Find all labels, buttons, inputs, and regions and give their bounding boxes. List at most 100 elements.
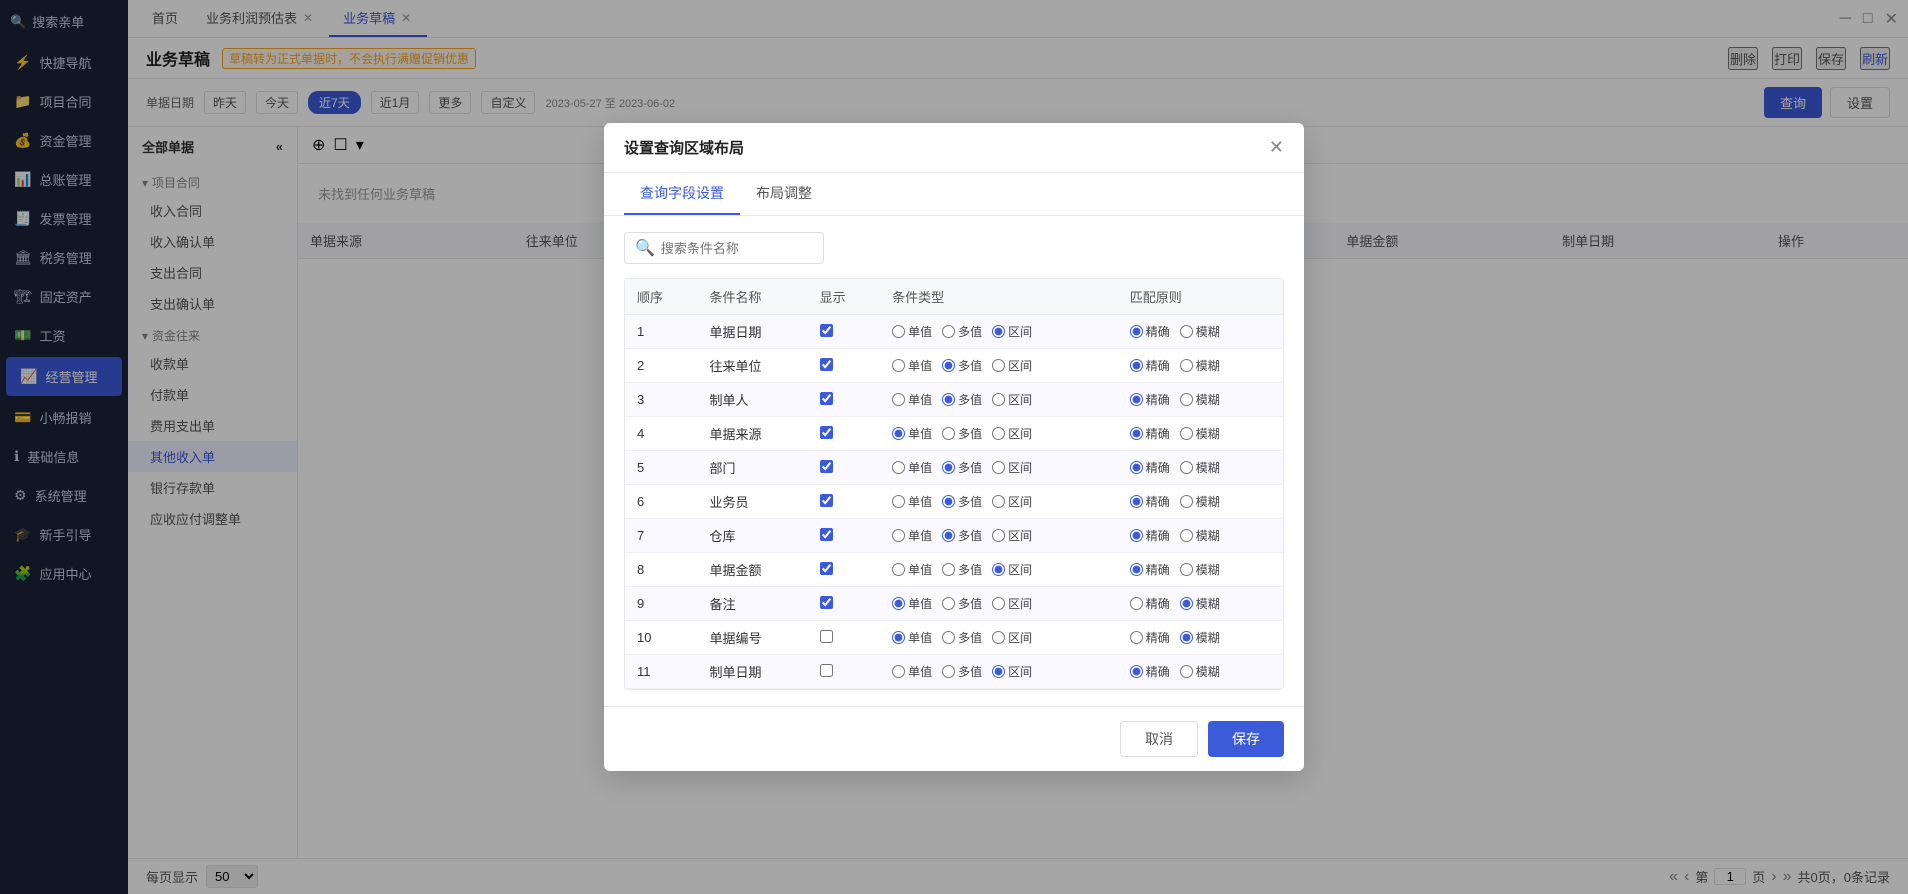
show-checkbox[interactable] [820, 460, 833, 473]
match-radio[interactable] [1130, 665, 1143, 678]
match-radio-item[interactable]: 精确 [1130, 425, 1170, 442]
match-radio-item[interactable]: 精确 [1130, 323, 1170, 340]
type-radio-item[interactable]: 区间 [992, 391, 1032, 408]
match-radio[interactable] [1180, 529, 1193, 542]
type-radio-item[interactable]: 多值 [942, 425, 982, 442]
type-radio[interactable] [992, 325, 1005, 338]
match-radio[interactable] [1180, 461, 1193, 474]
match-radio-item[interactable]: 模糊 [1180, 357, 1220, 374]
type-radio-item[interactable]: 单值 [892, 357, 932, 374]
type-radio-item[interactable]: 多值 [942, 323, 982, 340]
match-radio-item[interactable]: 精确 [1130, 493, 1170, 510]
type-radio[interactable] [892, 665, 905, 678]
show-checkbox[interactable] [820, 494, 833, 507]
type-radio[interactable] [942, 359, 955, 372]
match-radio-item[interactable]: 模糊 [1180, 561, 1220, 578]
show-checkbox[interactable] [820, 324, 833, 337]
match-radio[interactable] [1130, 495, 1143, 508]
type-radio-item[interactable]: 单值 [892, 595, 932, 612]
match-radio-item[interactable]: 模糊 [1180, 527, 1220, 544]
type-radio-item[interactable]: 区间 [992, 663, 1032, 680]
type-radio[interactable] [892, 461, 905, 474]
type-radio-item[interactable]: 多值 [942, 527, 982, 544]
match-radio-item[interactable]: 精确 [1130, 629, 1170, 646]
show-checkbox[interactable] [820, 426, 833, 439]
type-radio[interactable] [992, 393, 1005, 406]
modal-search-input[interactable] [661, 241, 821, 256]
match-radio-item[interactable]: 模糊 [1180, 493, 1220, 510]
match-radio[interactable] [1180, 495, 1193, 508]
modal-close-button[interactable]: ✕ [1269, 137, 1284, 158]
match-radio-item[interactable]: 模糊 [1180, 391, 1220, 408]
type-radio[interactable] [942, 427, 955, 440]
type-radio-item[interactable]: 单值 [892, 425, 932, 442]
type-radio[interactable] [892, 631, 905, 644]
match-radio[interactable] [1130, 325, 1143, 338]
type-radio-item[interactable]: 多值 [942, 629, 982, 646]
match-radio-item[interactable]: 模糊 [1180, 629, 1220, 646]
type-radio[interactable] [942, 563, 955, 576]
type-radio[interactable] [992, 665, 1005, 678]
show-checkbox[interactable] [820, 528, 833, 541]
match-radio-item[interactable]: 精确 [1130, 663, 1170, 680]
type-radio-item[interactable]: 多值 [942, 459, 982, 476]
type-radio[interactable] [992, 461, 1005, 474]
type-radio[interactable] [892, 393, 905, 406]
match-radio[interactable] [1130, 529, 1143, 542]
match-radio-item[interactable]: 精确 [1130, 595, 1170, 612]
type-radio[interactable] [892, 597, 905, 610]
match-radio-item[interactable]: 模糊 [1180, 323, 1220, 340]
match-radio-item[interactable]: 精确 [1130, 561, 1170, 578]
type-radio-item[interactable]: 多值 [942, 595, 982, 612]
type-radio-item[interactable]: 多值 [942, 663, 982, 680]
type-radio-item[interactable]: 单值 [892, 323, 932, 340]
type-radio-item[interactable]: 区间 [992, 459, 1032, 476]
modal-save-button[interactable]: 保存 [1208, 721, 1284, 757]
type-radio-item[interactable]: 区间 [992, 425, 1032, 442]
modal-tab-layout[interactable]: 布局调整 [740, 173, 828, 215]
type-radio[interactable] [942, 461, 955, 474]
match-radio[interactable] [1130, 393, 1143, 406]
type-radio-item[interactable]: 多值 [942, 561, 982, 578]
type-radio-item[interactable]: 多值 [942, 391, 982, 408]
type-radio-item[interactable]: 区间 [992, 561, 1032, 578]
type-radio-item[interactable]: 单值 [892, 493, 932, 510]
type-radio-item[interactable]: 区间 [992, 527, 1032, 544]
type-radio-item[interactable]: 多值 [942, 493, 982, 510]
show-checkbox[interactable] [820, 562, 833, 575]
type-radio[interactable] [992, 495, 1005, 508]
show-checkbox[interactable] [820, 630, 833, 643]
type-radio-item[interactable]: 区间 [992, 595, 1032, 612]
match-radio-item[interactable]: 模糊 [1180, 595, 1220, 612]
match-radio-item[interactable]: 模糊 [1180, 663, 1220, 680]
type-radio[interactable] [942, 529, 955, 542]
type-radio[interactable] [942, 665, 955, 678]
show-checkbox[interactable] [820, 392, 833, 405]
match-radio[interactable] [1180, 325, 1193, 338]
type-radio-item[interactable]: 多值 [942, 357, 982, 374]
match-radio-item[interactable]: 模糊 [1180, 459, 1220, 476]
match-radio[interactable] [1180, 563, 1193, 576]
show-checkbox[interactable] [820, 596, 833, 609]
match-radio[interactable] [1130, 597, 1143, 610]
match-radio[interactable] [1130, 631, 1143, 644]
match-radio[interactable] [1180, 665, 1193, 678]
match-radio[interactable] [1130, 427, 1143, 440]
type-radio-item[interactable]: 单值 [892, 459, 932, 476]
type-radio[interactable] [992, 359, 1005, 372]
type-radio[interactable] [942, 393, 955, 406]
match-radio[interactable] [1180, 427, 1193, 440]
type-radio-item[interactable]: 区间 [992, 323, 1032, 340]
match-radio-item[interactable]: 模糊 [1180, 425, 1220, 442]
type-radio[interactable] [892, 427, 905, 440]
type-radio-item[interactable]: 区间 [992, 629, 1032, 646]
match-radio-item[interactable]: 精确 [1130, 527, 1170, 544]
type-radio[interactable] [942, 631, 955, 644]
match-radio[interactable] [1130, 461, 1143, 474]
match-radio[interactable] [1130, 359, 1143, 372]
type-radio-item[interactable]: 区间 [992, 493, 1032, 510]
type-radio[interactable] [992, 529, 1005, 542]
type-radio[interactable] [992, 597, 1005, 610]
match-radio-item[interactable]: 精确 [1130, 357, 1170, 374]
type-radio[interactable] [992, 631, 1005, 644]
